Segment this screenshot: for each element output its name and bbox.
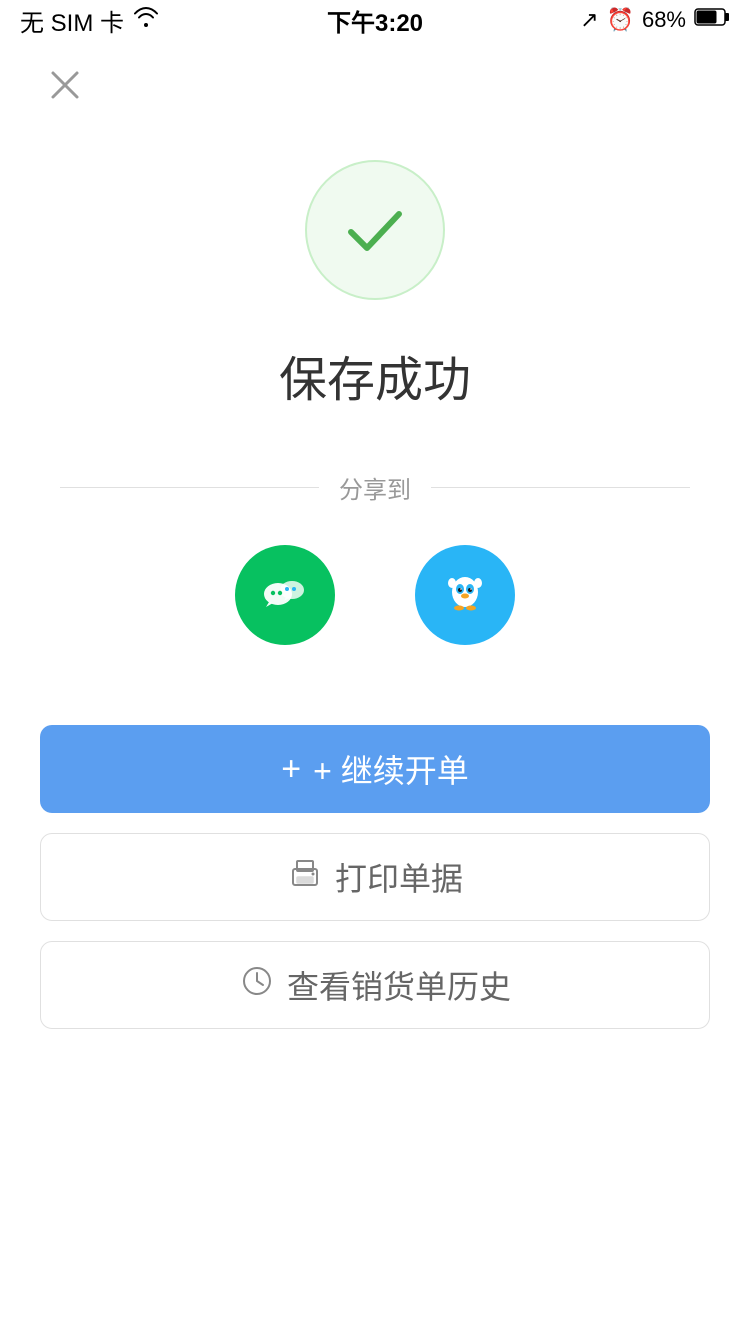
action-buttons: + + 继续开单 打印单据 查看销货单历 — [0, 725, 750, 1029]
share-divider: 分享到 — [0, 470, 750, 505]
history-label: 查看销货单历史 — [287, 962, 511, 1008]
status-time: 下午3:20 — [327, 3, 423, 38]
battery-text: 68% — [642, 7, 686, 33]
continue-button[interactable]: + + 继续开单 — [40, 725, 710, 813]
success-icon-circle — [305, 160, 445, 300]
wechat-share-button[interactable] — [235, 545, 335, 645]
continue-label: + 继续开单 — [313, 746, 469, 792]
share-icons-row — [235, 545, 515, 645]
main-content: 保存成功 分享到 — [0, 40, 750, 1029]
alarm-icon: ⏰ — [607, 7, 634, 33]
checkmark-icon — [339, 194, 411, 266]
continue-plus-icon: + — [281, 752, 301, 786]
qq-share-button[interactable] — [415, 545, 515, 645]
no-sim-text: 无 SIM 卡 — [20, 3, 124, 38]
battery-icon — [694, 7, 730, 33]
history-icon — [239, 963, 275, 1007]
wifi-icon — [132, 6, 160, 34]
close-button[interactable] — [40, 60, 90, 110]
status-right: ↗ ⏰ 68% — [580, 7, 730, 33]
divider-line-right — [431, 487, 690, 488]
status-bar: 无 SIM 卡 下午3:20 ↗ ⏰ 68% — [0, 0, 750, 40]
location-icon: ↗ — [580, 7, 598, 33]
success-title: 保存成功 — [279, 340, 471, 410]
status-left: 无 SIM 卡 — [20, 3, 160, 38]
print-label: 打印单据 — [335, 854, 463, 900]
history-button[interactable]: 查看销货单历史 — [40, 941, 710, 1029]
print-icon — [287, 855, 323, 899]
print-button[interactable]: 打印单据 — [40, 833, 710, 921]
divider-line-left — [60, 487, 319, 488]
share-label: 分享到 — [339, 470, 411, 505]
